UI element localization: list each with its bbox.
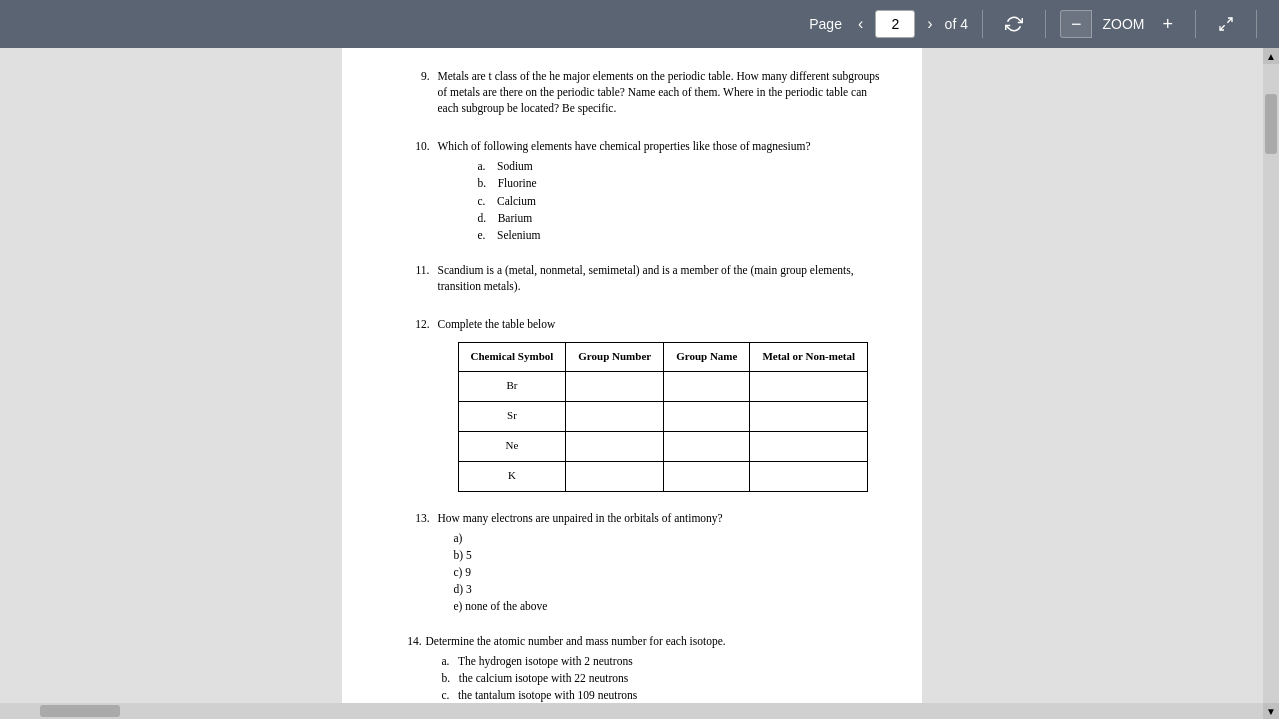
col-header-chemical: Chemical Symbol — [458, 343, 566, 371]
cell-empty — [664, 371, 750, 401]
q9-text: Metals are t class of the he major eleme… — [438, 68, 882, 116]
q11-text: Scandium is a (metal, nonmetal, semimeta… — [438, 262, 882, 294]
fit-icon — [1218, 16, 1234, 32]
zoom-label: ZOOM — [1096, 16, 1150, 32]
cell-empty — [664, 401, 750, 431]
page-number-input[interactable] — [875, 10, 915, 38]
cell-empty — [750, 431, 868, 461]
list-item: e) none of the above — [454, 598, 882, 614]
cell-empty — [566, 461, 664, 491]
svg-line-0 — [1227, 18, 1232, 23]
cell-empty — [750, 401, 868, 431]
list-item: e. Selenium — [478, 227, 882, 243]
prev-page-button[interactable]: ‹ — [850, 11, 871, 37]
col-header-group-num: Group Number — [566, 343, 664, 371]
cell-k: K — [458, 461, 566, 491]
list-item: b. Fluorine — [478, 175, 882, 191]
fit-page-button[interactable] — [1210, 12, 1242, 36]
horizontal-scrollbar[interactable] — [0, 703, 1263, 719]
reset-icon — [1005, 15, 1023, 33]
zoom-in-button[interactable]: + — [1154, 10, 1181, 38]
list-item: d. Barium — [478, 210, 882, 226]
divider-3 — [1195, 10, 1196, 38]
page-navigation: Page ‹ › of 4 — [809, 10, 968, 38]
q14-text: Determine the atomic number and mass num… — [426, 633, 882, 649]
document-page: 9. Metals are t class of the he major el… — [342, 48, 922, 719]
question-10: 10. Which of following elements have che… — [402, 138, 882, 244]
list-item: c. Calcium — [478, 193, 882, 209]
list-item: c) 9 — [454, 564, 882, 580]
q11-number: 11. — [402, 262, 430, 298]
q13-text: How many electrons are unpaired in the o… — [438, 510, 882, 526]
zoom-controls: − ZOOM + — [1060, 10, 1181, 38]
periodic-table: Chemical Symbol Group Number Group Name … — [458, 342, 869, 491]
reset-button[interactable] — [997, 11, 1031, 37]
list-item: a. The hydrogen isotope with 2 neutrons — [442, 653, 882, 669]
page-label: Page — [809, 16, 842, 32]
cell-empty — [750, 371, 868, 401]
list-item: a. Sodium — [478, 158, 882, 174]
scroll-track[interactable] — [1263, 64, 1279, 703]
q10-text: Which of following elements have chemica… — [438, 138, 882, 154]
divider-1 — [982, 10, 983, 38]
document-area[interactable]: 9. Metals are t class of the he major el… — [0, 48, 1263, 719]
q13-choices: a) b) 5 c) 9 d) 3 e) none of the above — [454, 530, 882, 614]
list-item: a) — [454, 530, 882, 546]
list-item: b) 5 — [454, 547, 882, 563]
vertical-scrollbar[interactable]: ▲ ▼ — [1263, 48, 1279, 719]
svg-line-1 — [1220, 25, 1225, 30]
list-item: d) 3 — [454, 581, 882, 597]
question-13: 13. How many electrons are unpaired in t… — [402, 510, 882, 616]
cell-empty — [566, 431, 664, 461]
q9-number: 9. — [402, 68, 430, 120]
toolbar: Page ‹ › of 4 − ZOOM + — [0, 0, 1279, 48]
scroll-up-arrow[interactable]: ▲ — [1263, 48, 1279, 64]
table-row: Br — [458, 371, 868, 401]
cell-empty — [566, 371, 664, 401]
q10-number: 10. — [402, 138, 430, 244]
table-row: Ne — [458, 431, 868, 461]
scroll-thumb[interactable] — [1265, 94, 1277, 154]
scroll-down-arrow[interactable]: ▼ — [1263, 703, 1279, 719]
list-item: b. the calcium isotope with 22 neutrons — [442, 670, 882, 686]
table-row: K — [458, 461, 868, 491]
h-scroll-thumb[interactable] — [40, 705, 120, 717]
main-area: 9. Metals are t class of the he major el… — [0, 48, 1279, 719]
cell-empty — [566, 401, 664, 431]
question-9: 9. Metals are t class of the he major el… — [402, 68, 882, 120]
question-11: 11. Scandium is a (metal, nonmetal, semi… — [402, 262, 882, 298]
cell-sr: Sr — [458, 401, 566, 431]
question-12: 12. Complete the table below Chemical Sy… — [402, 316, 882, 491]
cell-empty — [664, 431, 750, 461]
cell-br: Br — [458, 371, 566, 401]
q13-number: 13. — [402, 510, 430, 616]
col-header-group-name: Group Name — [664, 343, 750, 371]
q12-text: Complete the table below — [438, 316, 882, 332]
total-pages: of 4 — [945, 16, 968, 32]
cell-empty — [664, 461, 750, 491]
q12-number: 12. — [402, 316, 430, 491]
col-header-metal: Metal or Non-metal — [750, 343, 868, 371]
divider-2 — [1045, 10, 1046, 38]
list-item: c. the tantalum isotope with 109 neutron… — [442, 687, 882, 703]
q10-choices: a. Sodium b. Fluorine c. Calcium d. Bari… — [478, 158, 882, 242]
cell-ne: Ne — [458, 431, 566, 461]
cell-empty — [750, 461, 868, 491]
next-page-button[interactable]: › — [919, 11, 940, 37]
divider-4 — [1256, 10, 1257, 38]
zoom-out-button[interactable]: − — [1060, 10, 1093, 38]
table-row: Sr — [458, 401, 868, 431]
